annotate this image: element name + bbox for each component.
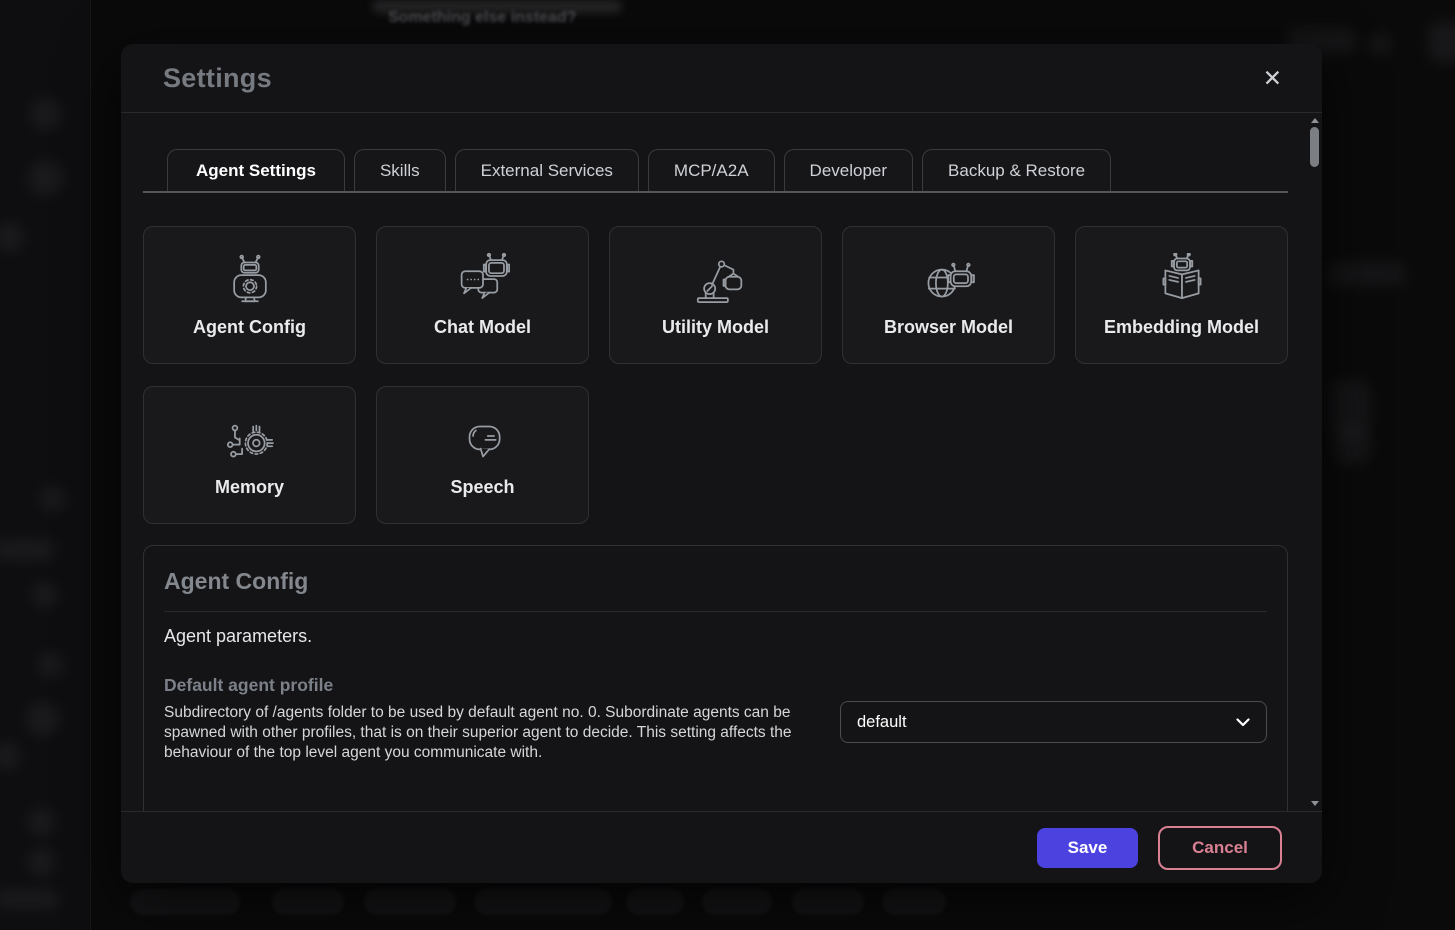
card-label: Chat Model	[434, 317, 531, 338]
card-label: Utility Model	[662, 317, 769, 338]
agent-config-section: Agent Config Agent parameters. Default a…	[143, 545, 1288, 811]
tab-mcp-a2a[interactable]: MCP/A2A	[648, 149, 775, 191]
chevron-down-icon	[1236, 718, 1250, 727]
tab-skills[interactable]: Skills	[354, 149, 446, 191]
tab-developer[interactable]: Developer	[784, 149, 914, 191]
card-speech[interactable]: Speech	[376, 386, 589, 524]
modal-title: Settings	[163, 63, 272, 94]
field-text: Default agent profile Subdirectory of /a…	[164, 675, 804, 763]
tab-bar: Agent Settings Skills External Services …	[167, 149, 1288, 191]
background-blob	[1334, 428, 1370, 464]
background-chip	[882, 889, 946, 915]
field-label: Default agent profile	[164, 675, 804, 696]
close-icon[interactable]: ✕	[1257, 63, 1288, 94]
card-memory[interactable]: Memory	[143, 386, 356, 524]
scrollbar-thumb[interactable]	[1310, 127, 1319, 167]
tab-underline	[143, 191, 1288, 193]
field-control: default	[840, 675, 1267, 763]
section-title: Agent Config	[164, 568, 1267, 595]
card-utility-model[interactable]: Utility Model	[609, 226, 822, 364]
background-blob	[1428, 22, 1455, 62]
robot-globe-icon	[919, 253, 979, 310]
background-sidebar	[0, 0, 91, 930]
app-screen: Something else instead? Settings ✕ Agent…	[0, 0, 1455, 930]
background-chip	[272, 889, 344, 915]
modal-header: Settings ✕	[121, 44, 1322, 113]
settings-modal: Settings ✕ Agent Settings Skills Externa…	[121, 44, 1322, 883]
cancel-button[interactable]: Cancel	[1158, 826, 1282, 870]
card-label: Memory	[215, 477, 284, 498]
tab-backup-restore[interactable]: Backup & Restore	[922, 149, 1111, 191]
memory-circuit-gear-icon	[220, 413, 280, 470]
card-chat-model[interactable]: Chat Model	[376, 226, 589, 364]
card-browser-model[interactable]: Browser Model	[842, 226, 1055, 364]
robot-gear-icon	[220, 253, 280, 310]
speech-bubble-icon	[453, 413, 513, 470]
robot-chat-icon	[453, 253, 513, 310]
tab-external-services[interactable]: External Services	[455, 149, 639, 191]
background-dim-message: Something else instead?	[388, 9, 576, 27]
scroll-down-icon[interactable]	[1311, 801, 1319, 806]
background-blob	[1368, 32, 1392, 56]
robot-arm-icon	[686, 253, 746, 310]
card-embedding-model[interactable]: Embedding Model	[1075, 226, 1288, 364]
modal-content: Agent Settings Skills External Services …	[121, 113, 1322, 811]
save-button[interactable]: Save	[1037, 828, 1138, 868]
background-blob	[1326, 262, 1406, 286]
card-label: Speech	[450, 477, 514, 498]
select-value: default	[857, 713, 907, 732]
card-label: Agent Config	[193, 317, 306, 338]
tab-agent-settings[interactable]: Agent Settings	[167, 149, 345, 191]
background-chip	[474, 889, 612, 915]
background-chip	[626, 889, 684, 915]
section-subtitle: Agent parameters.	[164, 626, 1267, 647]
background-chip	[702, 889, 772, 915]
field-description: Subdirectory of /agents folder to be use…	[164, 703, 804, 763]
default-agent-profile-select[interactable]: default	[840, 701, 1267, 743]
field-default-agent-profile: Default agent profile Subdirectory of /a…	[164, 675, 1267, 763]
section-divider	[164, 611, 1267, 612]
robot-book-icon	[1152, 253, 1212, 310]
card-label: Browser Model	[884, 317, 1013, 338]
settings-card-grid: Agent Config	[143, 226, 1288, 524]
card-agent-config[interactable]: Agent Config	[143, 226, 356, 364]
modal-footer: Save Cancel	[121, 811, 1322, 883]
card-label: Embedding Model	[1104, 317, 1259, 338]
background-chip	[364, 889, 456, 915]
background-chip	[792, 889, 864, 915]
background-chip	[130, 889, 240, 915]
modal-scrollbar[interactable]	[1308, 115, 1321, 809]
scroll-up-icon[interactable]	[1311, 118, 1319, 123]
